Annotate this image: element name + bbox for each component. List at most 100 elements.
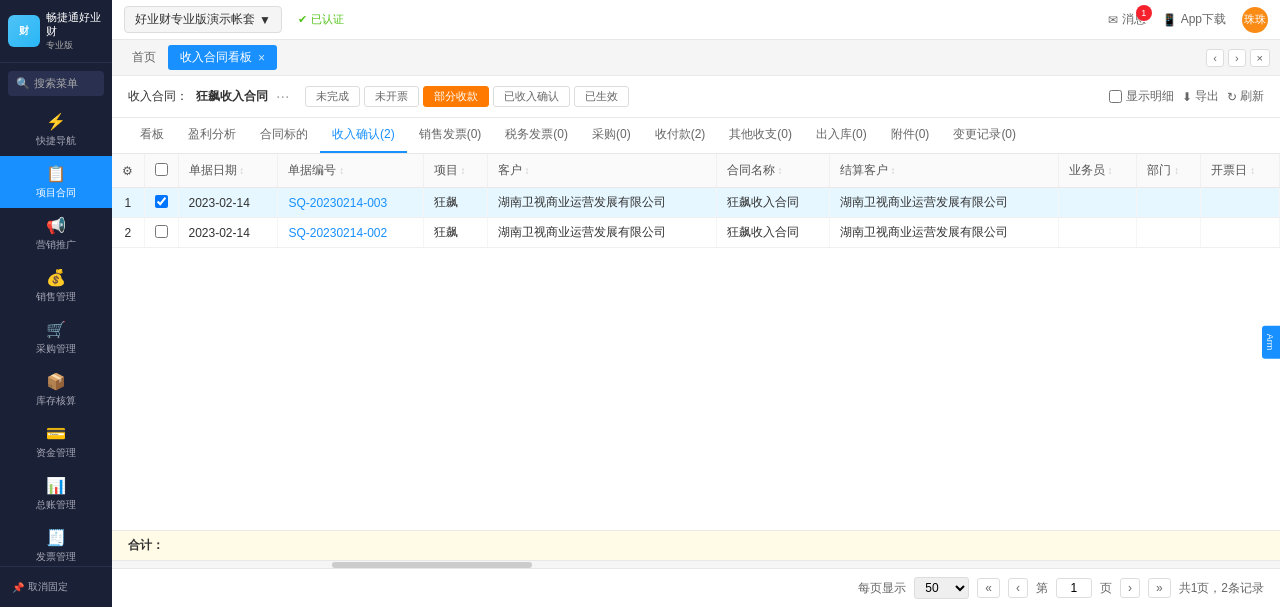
app-logo: 财 畅捷通好业财 专业版 [0, 0, 112, 63]
table-row[interactable]: 1 2023-02-14 SQ-20230214-003 狂飙 湖南卫视商业运营… [112, 188, 1280, 218]
app-download-button[interactable]: 📱 App下载 [1162, 11, 1226, 28]
cell-contract-1: 狂飙收入合同 [716, 188, 829, 218]
col-header-project[interactable]: 项目 [423, 154, 487, 188]
show-detail-checkbox-label[interactable]: 显示明细 [1109, 88, 1174, 105]
sidebar-item-inventory[interactable]: 📦 库存核算 [0, 364, 112, 416]
verified-badge: ✔ 已认证 [298, 12, 344, 27]
search-icon: 🔍 [16, 77, 30, 90]
col-header-checkbox[interactable] [144, 154, 178, 188]
col-header-customer[interactable]: 客户 [487, 154, 716, 188]
tab-other[interactable]: 其他收支(0) [717, 118, 804, 153]
last-page-button[interactable]: » [1148, 578, 1171, 598]
sidebar-item-project[interactable]: 📋 项目合同 [0, 156, 112, 208]
download-icon: 📱 [1162, 13, 1177, 27]
topbar: 好业财专业版演示帐套 ▼ ✔ 已认证 ✉ 消息 1 📱 App下载 珠珠 [112, 0, 1280, 40]
sidebar-item-purchase[interactable]: 🛒 采购管理 [0, 312, 112, 364]
purchase-icon: 🛒 [46, 320, 66, 339]
page-input[interactable] [1056, 578, 1092, 598]
status-not-invoiced[interactable]: 未开票 [364, 86, 419, 107]
col-header-department[interactable]: 部门 [1137, 154, 1201, 188]
status-confirmed[interactable]: 已收入确认 [493, 86, 570, 107]
user-avatar[interactable]: 珠珠 [1242, 7, 1268, 33]
active-tab[interactable]: 收入合同看板 × [168, 45, 277, 70]
project-icon: 📋 [46, 164, 66, 183]
col-header-contract[interactable]: 合同名称 [716, 154, 829, 188]
message-button[interactable]: ✉ 消息 1 [1108, 11, 1146, 28]
sidebar-item-marketing[interactable]: 📢 营销推广 [0, 208, 112, 260]
table-row[interactable]: 2 2023-02-14 SQ-20230214-002 狂飙 湖南卫视商业运营… [112, 218, 1280, 248]
refresh-button[interactable]: ↻ 刷新 [1227, 88, 1264, 105]
col-header-settlement-customer[interactable]: 结算客户 [829, 154, 1058, 188]
col-header-number[interactable]: 单据编号 [278, 154, 423, 188]
status-partial-received[interactable]: 部分收款 [423, 86, 489, 107]
table-footer: 合计： [112, 530, 1280, 560]
per-page-label: 每页显示 [858, 580, 906, 597]
tab-sales-invoice[interactable]: 销售发票(0) [407, 118, 494, 153]
scrollbar-thumb[interactable] [332, 562, 532, 568]
tab-subject[interactable]: 合同标的 [248, 118, 320, 153]
tab-attachment[interactable]: 附件(0) [879, 118, 942, 153]
col-header-settings[interactable]: ⚙ [112, 154, 144, 188]
cell-project-1: 狂飙 [423, 188, 487, 218]
side-float-button[interactable]: Arm [1262, 326, 1280, 359]
contract-header-label: 收入合同： [128, 88, 188, 105]
col-header-salesman[interactable]: 业务员 [1058, 154, 1137, 188]
first-page-button[interactable]: « [977, 578, 1000, 598]
cell-number-2[interactable]: SQ-20230214-002 [278, 218, 423, 248]
general-icon: 📊 [46, 476, 66, 495]
tab-profit[interactable]: 盈利分析 [176, 118, 248, 153]
company-selector[interactable]: 好业财专业版演示帐套 ▼ [124, 6, 282, 33]
doc-link-1[interactable]: SQ-20230214-003 [288, 196, 387, 210]
status-effective[interactable]: 已生效 [574, 86, 629, 107]
search-menu-button[interactable]: 🔍 搜索菜单 [8, 71, 104, 96]
table-container: ⚙ 单据日期 单据编号 项目 客户 合同名称 结算客户 业务员 部门 开票日 [112, 154, 1280, 530]
show-detail-checkbox[interactable] [1109, 90, 1122, 103]
page-size-select[interactable]: 50 100 200 [914, 577, 969, 599]
sidebar-item-capital[interactable]: 💳 资金管理 [0, 416, 112, 468]
tab-kanban[interactable]: 看板 [128, 118, 176, 153]
header-actions: 显示明细 ⬇ 导出 ↻ 刷新 [1109, 88, 1264, 105]
cell-open-date-2 [1201, 218, 1280, 248]
data-table: ⚙ 单据日期 单据编号 项目 客户 合同名称 结算客户 业务员 部门 开票日 [112, 154, 1280, 248]
check-icon: ✔ [298, 13, 307, 26]
prev-page-button[interactable]: ‹ [1008, 578, 1028, 598]
tab-prev-button[interactable]: ‹ [1206, 49, 1224, 67]
home-tab[interactable]: 首页 [122, 45, 166, 70]
pagination: 每页显示 50 100 200 « ‹ 第 页 › » 共1页，2条记录 [112, 568, 1280, 607]
tab-next-button[interactable]: › [1228, 49, 1246, 67]
tab-purchase[interactable]: 采购(0) [580, 118, 643, 153]
cancel-fixed-button[interactable]: 📌 取消固定 [8, 575, 104, 599]
subtabs: 看板 盈利分析 合同标的 收入确认(2) 销售发票(0) 税务发票(0) 采购(… [112, 118, 1280, 154]
contract-header: 收入合同： 狂飙收入合同 ··· 未完成 未开票 部分收款 已收入确认 已生效 … [112, 76, 1280, 118]
cell-date-1: 2023-02-14 [178, 188, 278, 218]
status-not-complete[interactable]: 未完成 [305, 86, 360, 107]
tab-close-button[interactable]: × [1250, 49, 1270, 67]
tab-revenue-confirm[interactable]: 收入确认(2) [320, 118, 407, 153]
export-button[interactable]: ⬇ 导出 [1182, 88, 1219, 105]
tab-stock[interactable]: 出入库(0) [804, 118, 879, 153]
tab-tax-invoice[interactable]: 税务发票(0) [493, 118, 580, 153]
sidebar-item-invoice[interactable]: 🧾 发票管理 [0, 520, 112, 566]
marketing-icon: 📢 [46, 216, 66, 235]
sidebar-item-sales[interactable]: 💰 销售管理 [0, 260, 112, 312]
sidebar-item-quick-nav[interactable]: ⚡ 快捷导航 [0, 104, 112, 156]
next-page-button[interactable]: › [1120, 578, 1140, 598]
horizontal-scrollbar[interactable] [112, 560, 1280, 568]
tab-change-log[interactable]: 变更记录(0) [941, 118, 1028, 153]
page-label: 第 [1036, 580, 1048, 597]
close-tab-button[interactable]: × [258, 51, 265, 65]
doc-link-2[interactable]: SQ-20230214-002 [288, 226, 387, 240]
tab-payment[interactable]: 收付款(2) [643, 118, 718, 153]
more-button[interactable]: ··· [276, 88, 289, 106]
contract-title: 狂飙收入合同 [196, 88, 268, 105]
cell-number-1[interactable]: SQ-20230214-003 [278, 188, 423, 218]
cell-checkbox-2[interactable] [144, 218, 178, 248]
sidebar-item-general[interactable]: 📊 总账管理 [0, 468, 112, 520]
select-all-checkbox[interactable] [155, 163, 168, 176]
col-header-date[interactable]: 单据日期 [178, 154, 278, 188]
cell-checkbox-1[interactable] [144, 188, 178, 218]
quick-nav-icon: ⚡ [46, 112, 66, 131]
col-header-open-date[interactable]: 开票日 [1201, 154, 1280, 188]
cancel-fixed-icon: 📌 [12, 582, 24, 593]
cell-num-2: 2 [112, 218, 144, 248]
